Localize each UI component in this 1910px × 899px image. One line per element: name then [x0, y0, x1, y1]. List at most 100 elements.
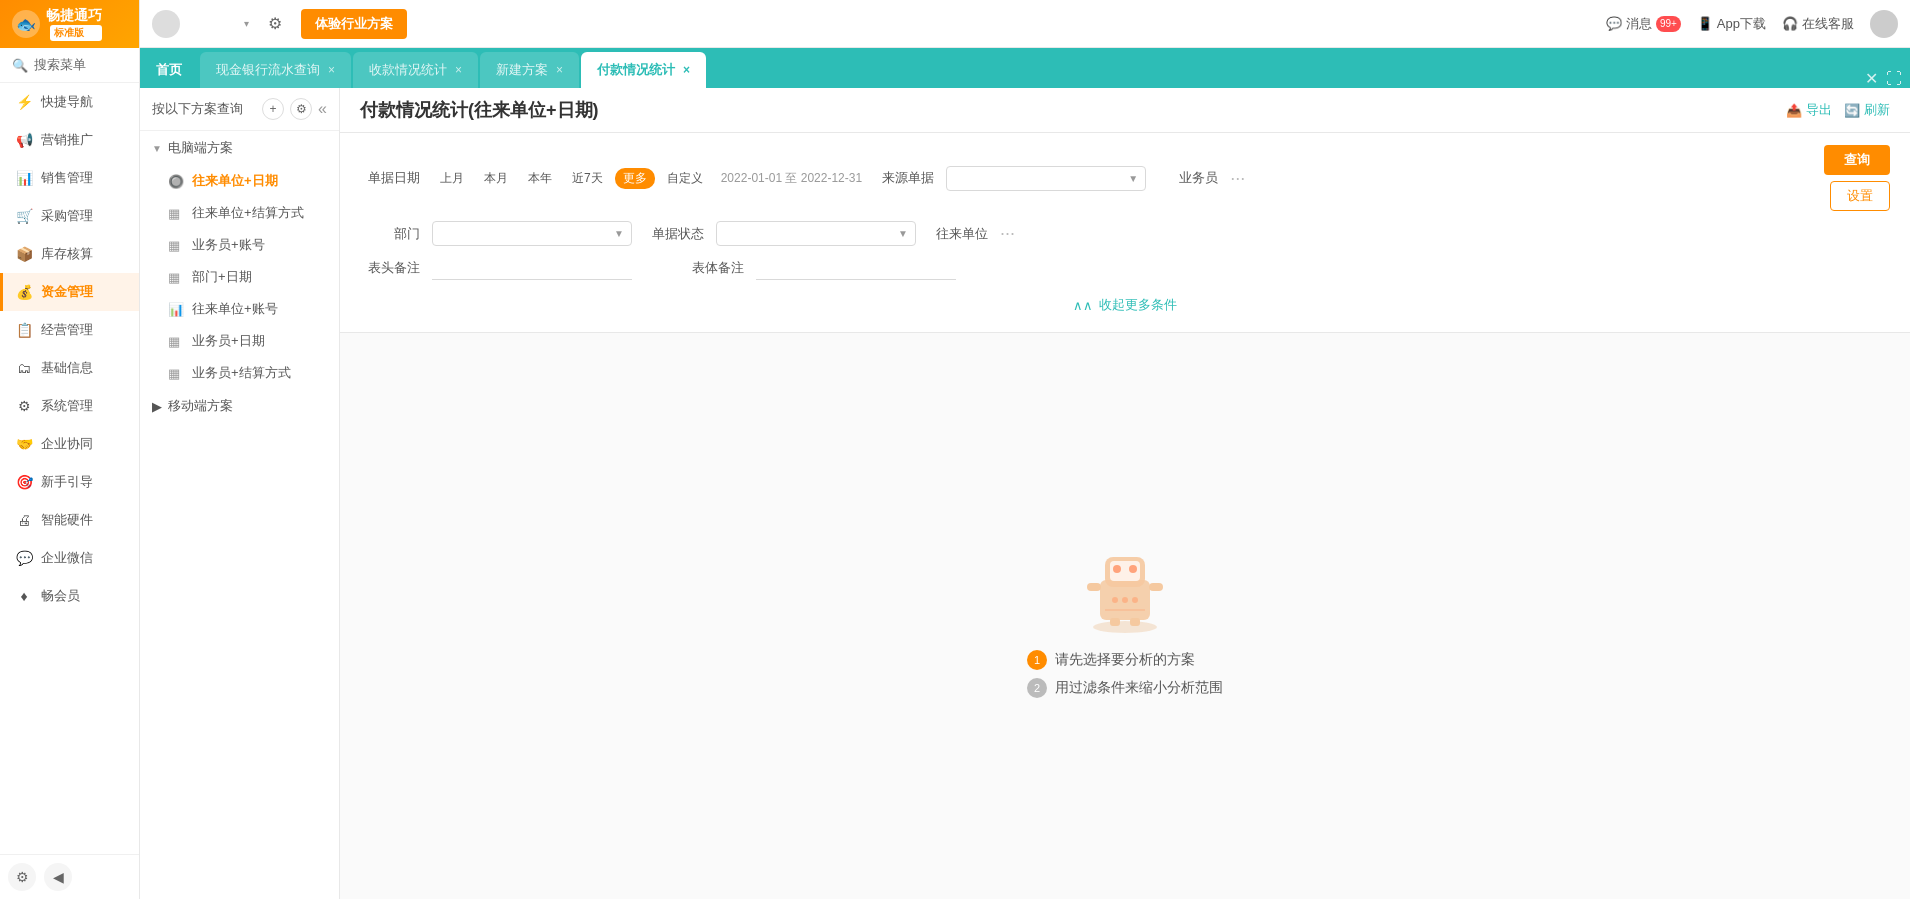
unit-dots[interactable]: ···: [1000, 223, 1015, 244]
service-icon: 🎧: [1782, 16, 1798, 31]
filter-row-2: 部门 单据状态 往来单位 ···: [360, 221, 1890, 246]
tab-close-window-btn[interactable]: ✕: [1865, 69, 1878, 88]
collapse-more-btn[interactable]: ∧∧ 收起更多条件: [360, 290, 1890, 320]
sidebar-item-wechat[interactable]: 💬 企业微信: [0, 539, 139, 577]
scheme-settings-btn[interactable]: ⚙: [290, 98, 312, 120]
scheme-item-dept-date[interactable]: ▦ 部门+日期: [140, 261, 339, 293]
bill-status-label: 单据状态: [644, 225, 704, 243]
sidebar-item-label: 企业微信: [41, 549, 93, 567]
scheme-item-staff-settle[interactable]: ▦ 业务员+结算方式: [140, 357, 339, 389]
tab-receipt-stats[interactable]: 收款情况统计 ×: [353, 52, 478, 88]
more-btn[interactable]: 更多: [615, 168, 655, 189]
tab-new-scheme-close[interactable]: ×: [556, 63, 563, 77]
body-note-input[interactable]: [756, 256, 956, 280]
msg-btn[interactable]: 💬 消息 99+: [1606, 15, 1681, 33]
custom-btn[interactable]: 自定义: [659, 168, 711, 189]
svg-point-0: [1093, 621, 1157, 633]
sidebar-item-guide[interactable]: 🎯 新手引导: [0, 463, 139, 501]
header-note-label: 表头备注: [360, 259, 420, 277]
sidebar-item-operation[interactable]: 📋 经营管理: [0, 311, 139, 349]
source-select-wrap[interactable]: [946, 166, 1146, 191]
scheme-item-unit-account[interactable]: 📊 往来单位+账号: [140, 293, 339, 325]
sales-icon: 📊: [15, 169, 33, 187]
svg-rect-8: [1087, 583, 1101, 591]
sidebar-item-basic[interactable]: 🗂 基础信息: [0, 349, 139, 387]
guide-icon: 🎯: [15, 473, 33, 491]
tab-new-scheme[interactable]: 新建方案 ×: [480, 52, 579, 88]
search-menu[interactable]: 🔍 搜索菜单: [0, 48, 139, 83]
topbar-left: ▾ ⚙ 体验行业方案: [152, 9, 407, 39]
online-service-btn[interactable]: 🎧 在线客服: [1782, 15, 1854, 33]
tab-expand-btn[interactable]: ⛶: [1886, 70, 1902, 88]
topbar-gear-btn[interactable]: ⚙: [261, 10, 289, 38]
online-service-label: 在线客服: [1802, 15, 1854, 33]
sidebar-item-capital[interactable]: 💰 资金管理: [0, 273, 139, 311]
sidebar-item-label: 企业协同: [41, 435, 93, 453]
scheme-item-unit-settle[interactable]: ▦ 往来单位+结算方式: [140, 197, 339, 229]
sidebar-item-sales[interactable]: 📊 销售管理: [0, 159, 139, 197]
scheme-item-label: 往来单位+日期: [192, 172, 278, 190]
trial-btn[interactable]: 体验行业方案: [301, 9, 407, 39]
query-btn[interactable]: 查询: [1824, 145, 1890, 175]
scheme-item-icon: ▦: [168, 366, 184, 381]
app-icon: 📱: [1697, 16, 1713, 31]
export-btn[interactable]: 📤 导出: [1786, 101, 1832, 119]
desktop-group-label: 电脑端方案: [168, 139, 233, 157]
sidebar-item-member[interactable]: ♦ 畅会员: [0, 577, 139, 615]
sidebar-item-enterprise[interactable]: 🤝 企业协同: [0, 425, 139, 463]
tab-payment-stats[interactable]: 付款情况统计 ×: [581, 52, 706, 88]
svg-point-5: [1129, 565, 1137, 573]
tab-payment-close[interactable]: ×: [683, 63, 690, 77]
sidebar-item-marketing[interactable]: 📢 营销推广: [0, 121, 139, 159]
header-note-input[interactable]: [432, 256, 632, 280]
last-7days-btn[interactable]: 近7天: [564, 168, 611, 189]
column-settings-btn[interactable]: 设置: [1830, 181, 1890, 211]
bill-status-select[interactable]: [716, 221, 916, 246]
bill-status-select-wrap[interactable]: [716, 221, 916, 246]
scheme-item-icon: ▦: [168, 238, 184, 253]
source-label: 来源单据: [874, 169, 934, 187]
sidebar-item-label: 智能硬件: [41, 511, 93, 529]
tab-home[interactable]: 首页: [140, 52, 198, 88]
this-year-btn[interactable]: 本年: [520, 168, 560, 189]
sidebar-item-label: 系统管理: [41, 397, 93, 415]
app-name: 畅捷通巧: [46, 7, 102, 25]
purchase-icon: 🛒: [15, 207, 33, 225]
scheme-item-staff-account[interactable]: ▦ 业务员+账号: [140, 229, 339, 261]
tab-receipt-close[interactable]: ×: [455, 63, 462, 77]
app-download-btn[interactable]: 📱 App下载: [1697, 15, 1766, 33]
sidebar-item-hardware[interactable]: 🖨 智能硬件: [0, 501, 139, 539]
sidebar-item-quicknav[interactable]: ⚡ 快捷导航: [0, 83, 139, 121]
this-month-btn[interactable]: 本月: [476, 168, 516, 189]
sidebar-settings-btn[interactable]: ⚙: [8, 863, 36, 891]
mobile-scheme-group[interactable]: ▶ 移动端方案: [140, 389, 339, 423]
profile-dropdown-icon: ▾: [244, 18, 249, 29]
dept-select-wrap[interactable]: [432, 221, 632, 246]
operation-icon: 📋: [15, 321, 33, 339]
last-month-btn[interactable]: 上月: [432, 168, 472, 189]
step-2-label: 用过滤条件来缩小分析范围: [1055, 679, 1223, 697]
sidebar-item-inventory[interactable]: 📦 库存核算: [0, 235, 139, 273]
topbar-profile[interactable]: ▾: [152, 10, 249, 38]
search-icon: 🔍: [12, 58, 28, 73]
desktop-group-header[interactable]: ▼ 电脑端方案: [140, 131, 339, 165]
source-select[interactable]: [946, 166, 1146, 191]
refresh-btn[interactable]: 🔄 刷新: [1844, 101, 1890, 119]
main-area: ▾ ⚙ 体验行业方案 💬 消息 99+ 📱 App下载 🎧 在线客服: [140, 0, 1910, 899]
dept-select[interactable]: [432, 221, 632, 246]
sidebar-collapse-btn[interactable]: ◀: [44, 863, 72, 891]
scheme-item-staff-date[interactable]: ▦ 业务员+日期: [140, 325, 339, 357]
scheme-collapse-btn[interactable]: «: [318, 100, 327, 118]
query-btn-group: 查询 设置: [1824, 145, 1890, 211]
sidebar-item-purchase[interactable]: 🛒 采购管理: [0, 197, 139, 235]
scheme-add-btn[interactable]: +: [262, 98, 284, 120]
staff-dots[interactable]: ···: [1230, 168, 1245, 189]
quicknav-icon: ⚡: [15, 93, 33, 111]
scheme-item-unit-date[interactable]: 🔘 往来单位+日期: [140, 165, 339, 197]
refresh-label: 刷新: [1864, 101, 1890, 119]
user-avatar-btn[interactable]: [1870, 10, 1898, 38]
tab-bank-close[interactable]: ×: [328, 63, 335, 77]
tab-bank[interactable]: 现金银行流水查询 ×: [200, 52, 351, 88]
scheme-item-icon: ▦: [168, 270, 184, 285]
sidebar-item-system[interactable]: ⚙ 系统管理: [0, 387, 139, 425]
